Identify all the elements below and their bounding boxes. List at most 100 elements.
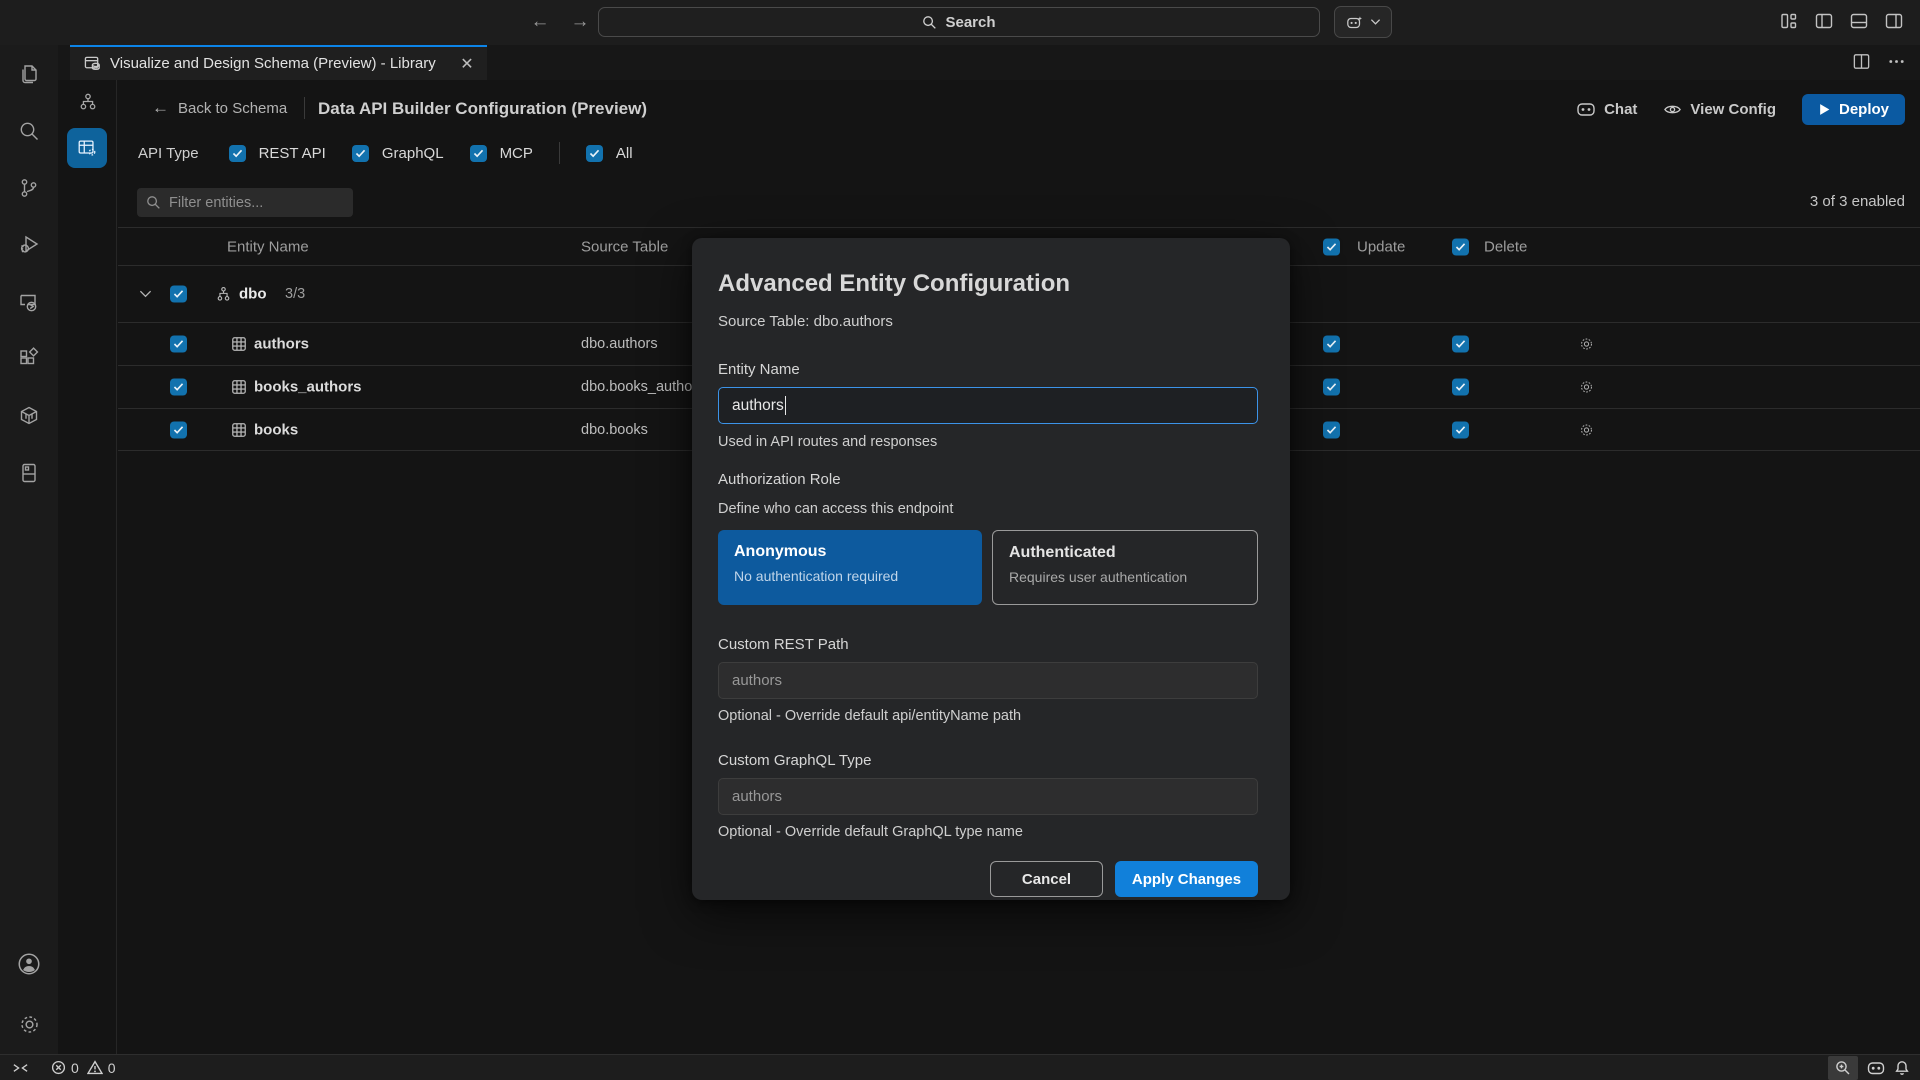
search-sidebar-icon[interactable] [0,102,58,159]
entity-source: dbo.books [581,422,648,438]
row-checkbox[interactable] [170,421,187,438]
copilot-chat-button[interactable] [1334,6,1392,38]
customize-layout-icon[interactable] [1779,11,1799,31]
checkbox-mcp[interactable]: MCP [470,145,533,162]
column-update: Update [1357,238,1405,255]
account-icon[interactable] [0,934,58,994]
checkbox-label: MCP [500,145,533,162]
checkbox-label: GraphQL [382,145,444,162]
copilot-icon [1576,101,1596,118]
toggle-secondary-sidebar-icon[interactable] [1884,11,1904,31]
nav-forward-icon[interactable]: → [568,8,592,36]
delete-checkbox[interactable] [1452,421,1469,438]
page-header: ← Back to Schema Data API Builder Config… [118,80,1920,135]
custom-rest-path-input[interactable] [718,662,1258,699]
filter-entities-input[interactable] [137,188,353,217]
extensions-icon[interactable] [0,330,58,387]
copilot-status-icon[interactable] [1866,1060,1886,1076]
custom-graphql-type-input[interactable] [718,778,1258,815]
auth-option-title: Authenticated [1009,544,1241,562]
update-checkbox[interactable] [1323,421,1340,438]
search-input[interactable]: Search [598,7,1320,37]
source-control-icon[interactable] [0,159,58,216]
schema-view-icon[interactable] [58,80,117,124]
view-config-label: View Config [1690,101,1776,118]
page-title: Data API Builder Configuration (Preview) [318,99,647,119]
group-checkbox[interactable] [170,286,187,303]
checkbox-all[interactable]: All [586,145,633,162]
checkbox-icon[interactable] [229,145,246,162]
collapse-chevron-icon[interactable] [139,290,152,299]
custom-rest-path-helper: Optional - Override default api/entityNa… [718,708,1258,724]
warning-icon [87,1060,103,1075]
checkbox-label: REST API [259,145,326,162]
row-checkbox[interactable] [170,379,187,396]
custom-rest-path-label: Custom REST Path [718,636,1258,653]
tab-title: Visualize and Design Schema (Preview) - … [110,55,448,72]
more-actions-icon[interactable] [1887,52,1906,71]
row-checkbox[interactable] [170,336,187,353]
dialog-source-table: Source Table: dbo.authors [718,313,1258,330]
schema-designer-tab-icon [84,55,101,72]
delete-checkbox[interactable] [1452,336,1469,353]
cancel-button[interactable]: Cancel [990,861,1103,897]
remote-explorer-icon[interactable] [0,273,58,330]
api-type-filter-row: API Type REST API GraphQL [138,142,633,164]
settings-gear-icon[interactable] [0,994,58,1054]
toggle-panel-icon[interactable] [1849,11,1869,31]
entity-name-input[interactable]: authors [718,387,1258,424]
checkbox-icon[interactable] [352,145,369,162]
toggle-primary-sidebar-icon[interactable] [1814,11,1834,31]
database-projects-icon[interactable] [0,444,58,501]
entity-name: books_authors [254,379,362,396]
auth-option-description: Requires user authentication [1009,569,1241,585]
checkbox-rest-api[interactable]: REST API [229,145,326,162]
enabled-summary: 3 of 3 enabled [1810,193,1905,210]
deploy-button[interactable]: Deploy [1802,94,1905,125]
checkbox-icon[interactable] [470,145,487,162]
schema-icon [214,285,233,304]
column-update-checkbox[interactable] [1323,238,1340,255]
zoom-indicator[interactable] [1828,1056,1858,1080]
remote-indicator[interactable] [12,1061,29,1075]
copilot-icon [1346,15,1364,30]
chat-button[interactable]: Chat [1576,101,1637,118]
tab-close-icon[interactable]: ✕ [457,54,477,74]
entity-name: authors [254,336,309,353]
auth-option-authenticated[interactable]: Authenticated Requires user authenticati… [992,530,1258,605]
column-entity-name: Entity Name [227,238,309,255]
zoom-in-icon [1835,1060,1851,1076]
chat-label: Chat [1604,101,1637,118]
update-checkbox[interactable] [1323,336,1340,353]
checkbox-graphql[interactable]: GraphQL [352,145,444,162]
nav-back-icon[interactable]: ← [528,8,552,36]
schema-count: 3/3 [285,286,305,302]
checkbox-icon[interactable] [586,145,603,162]
apply-changes-button[interactable]: Apply Changes [1115,861,1258,897]
auth-option-anonymous[interactable]: Anonymous No authentication required [718,530,982,605]
schema-name: dbo [239,286,267,303]
entity-source: dbo.books_authors [581,379,704,395]
run-debug-icon[interactable] [0,216,58,273]
containers-icon[interactable] [0,387,58,444]
split-editor-icon[interactable] [1852,52,1871,71]
row-settings-gear-icon[interactable] [1578,336,1595,353]
column-source-table: Source Table [581,238,668,255]
errors-indicator[interactable]: 0 [51,1060,79,1076]
filter-divider [559,142,560,164]
delete-checkbox[interactable] [1452,379,1469,396]
designer-side-toolbar [58,80,117,1054]
tab-visualize-design-schema[interactable]: Visualize and Design Schema (Preview) - … [70,45,487,80]
update-checkbox[interactable] [1323,379,1340,396]
row-settings-gear-icon[interactable] [1578,421,1595,438]
column-delete-checkbox[interactable] [1452,238,1469,255]
back-to-schema-button[interactable]: ← Back to Schema [152,98,287,118]
api-builder-view-selected[interactable] [67,128,107,168]
notifications-bell-icon[interactable] [1894,1060,1910,1076]
view-config-button[interactable]: View Config [1663,101,1776,118]
authorization-role-description: Define who can access this endpoint [718,501,1258,517]
vscode-window: ← → Search [0,0,1920,1080]
row-settings-gear-icon[interactable] [1578,379,1595,396]
explorer-icon[interactable] [0,45,58,102]
warnings-indicator[interactable]: 0 [87,1060,116,1076]
